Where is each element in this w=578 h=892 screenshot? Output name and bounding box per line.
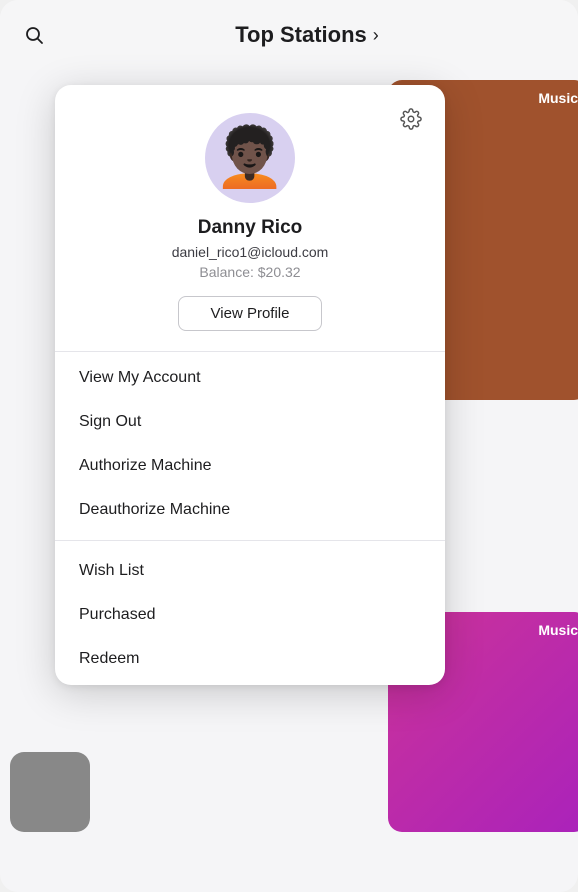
bg-card-bottom-right-label: Music — [538, 622, 578, 638]
menu-item-purchased[interactable]: Purchased — [55, 593, 445, 637]
chevron-right-icon: › — [373, 25, 379, 46]
menu-item-redeem[interactable]: Redeem — [55, 637, 445, 681]
menu-item-authorize-machine[interactable]: Authorize Machine — [55, 444, 445, 488]
avatar: 🧑🏿‍🦱 — [205, 113, 295, 203]
bg-card-top-right-label: Music — [538, 90, 578, 106]
profile-section: 🧑🏿‍🦱 Danny Rico daniel_rico1@icloud.com … — [55, 85, 445, 351]
bg-card-bottom-left — [10, 752, 90, 832]
user-balance: Balance: $20.32 — [199, 264, 300, 280]
menu-item-wish-list[interactable]: Wish List — [55, 549, 445, 593]
settings-button[interactable] — [395, 103, 427, 135]
menu-item-sign-out[interactable]: Sign Out — [55, 400, 445, 444]
account-popover: 🧑🏿‍🦱 Danny Rico daniel_rico1@icloud.com … — [55, 85, 445, 685]
gear-icon — [400, 108, 422, 130]
app-background: Music Music Top Stations › — [0, 0, 578, 892]
menu-item-deauthorize-machine[interactable]: Deauthorize Machine — [55, 488, 445, 532]
user-name: Danny Rico — [198, 217, 303, 239]
section-divider-2 — [55, 540, 445, 541]
view-profile-button[interactable]: View Profile — [178, 296, 323, 331]
search-icon — [24, 25, 44, 45]
header-title-wrap: Top Stations › — [52, 22, 562, 48]
app-header: Top Stations › — [0, 0, 578, 70]
page-title: Top Stations — [235, 22, 367, 48]
search-button[interactable] — [16, 17, 52, 53]
menu-item-view-my-account[interactable]: View My Account — [55, 356, 445, 400]
user-email: daniel_rico1@icloud.com — [172, 244, 329, 260]
menu-group-1: View My Account Sign Out Authorize Machi… — [55, 352, 445, 536]
menu-group-2: Wish List Purchased Redeem — [55, 545, 445, 685]
